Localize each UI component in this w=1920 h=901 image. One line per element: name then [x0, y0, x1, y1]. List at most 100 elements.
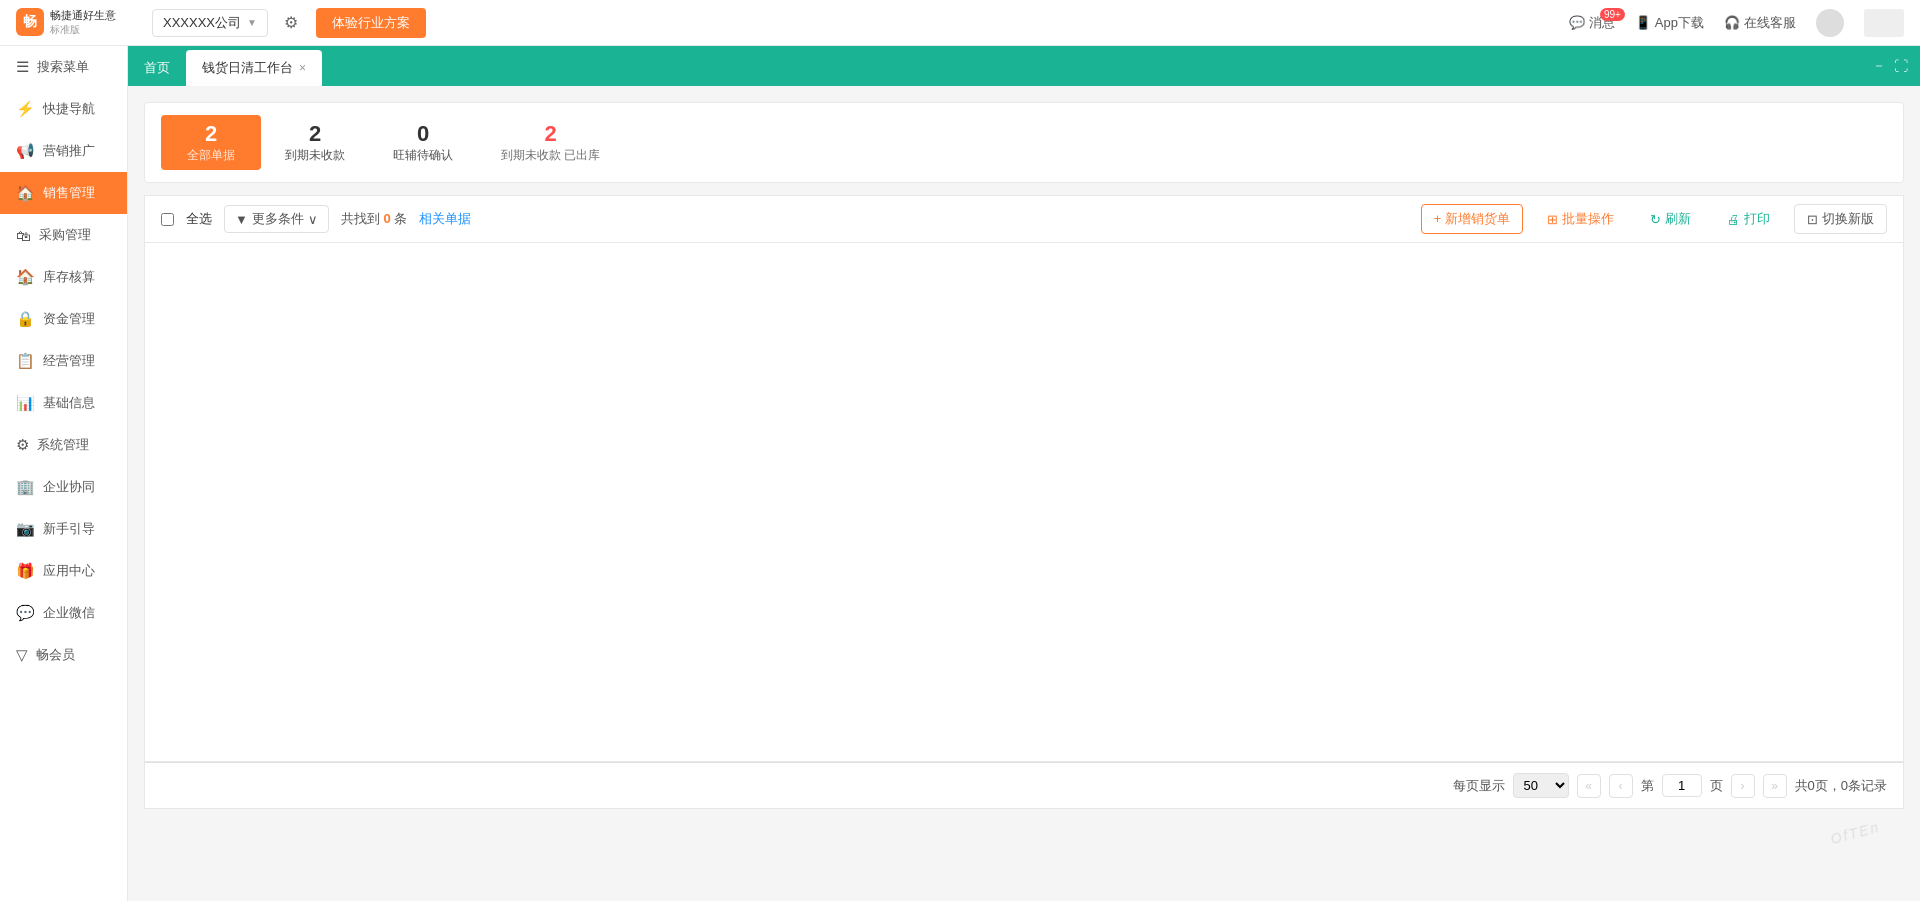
- sidebar-item-label: 资金管理: [43, 310, 95, 328]
- search-menu-icon: ☰: [16, 58, 29, 76]
- add-sales-btn[interactable]: + 新增销货单: [1421, 204, 1523, 234]
- switch-version-btn[interactable]: ⊡ 切换新版: [1794, 204, 1887, 234]
- tab-maximize-icon[interactable]: ⛶: [1894, 58, 1908, 74]
- sidebar-item-label: 基础信息: [43, 394, 95, 412]
- beginner-icon: 📷: [16, 520, 35, 538]
- select-all-checkbox[interactable]: [161, 213, 174, 226]
- pagination: 每页显示 50 100 200 « ‹ 第 页 › » 共0页，0条记录: [144, 762, 1904, 809]
- print-icon: 🖨: [1727, 212, 1740, 227]
- filter-arrow-icon: ∨: [308, 212, 318, 227]
- page-input[interactable]: [1662, 774, 1702, 797]
- related-link[interactable]: 相关单据: [419, 210, 471, 228]
- refresh-label: 刷新: [1665, 210, 1691, 228]
- settings-button[interactable]: ⚙: [276, 8, 306, 38]
- card-tab-all-label: 全部单据: [187, 147, 235, 164]
- app-download-label: App下载: [1655, 14, 1704, 32]
- sidebar-item-appcenter[interactable]: 🎁 应用中心: [0, 550, 127, 592]
- tab-home[interactable]: 首页: [128, 50, 186, 86]
- last-page-btn[interactable]: »: [1763, 774, 1787, 798]
- print-btn[interactable]: 🖨 打印: [1715, 205, 1782, 233]
- app-center-icon: 🎁: [16, 562, 35, 580]
- card-tab-all[interactable]: 2 全部单据: [161, 115, 261, 170]
- filter-btn[interactable]: ▼ 更多条件 ∨: [224, 205, 329, 233]
- sales-icon: 🏠: [16, 184, 35, 202]
- online-service-label: 在线客服: [1744, 14, 1796, 32]
- sidebar-item-beginner[interactable]: 📷 新手引导: [0, 508, 127, 550]
- marketing-icon: 📢: [16, 142, 35, 160]
- sidebar-item-label: 采购管理: [39, 226, 91, 244]
- card-tab-overdue-shipped-label: 到期未收款 已出库: [501, 147, 600, 164]
- card-tab-overdue-shipped[interactable]: 2 到期未收款 已出库: [477, 115, 624, 170]
- sidebar-item-operations[interactable]: 📋 经营管理: [0, 340, 127, 382]
- sidebar-item-wechat[interactable]: 💬 企业微信: [0, 592, 127, 634]
- refresh-btn[interactable]: ↻ 刷新: [1638, 205, 1703, 233]
- sidebar-item-label: 企业微信: [43, 604, 95, 622]
- online-service-btn[interactable]: 🎧 在线客服: [1724, 14, 1796, 32]
- sidebar-item-sales[interactable]: 🏠 销售管理: [0, 172, 127, 214]
- enterprise-icon: 🏢: [16, 478, 35, 496]
- sidebar-item-vip[interactable]: ▽ 畅会员: [0, 634, 127, 676]
- switch-label: 切换新版: [1822, 210, 1874, 228]
- sidebar-item-system[interactable]: ⚙ 系统管理: [0, 424, 127, 466]
- sidebar-item-purchase[interactable]: 🛍 采购管理: [0, 214, 127, 256]
- result-prefix: 共找到: [341, 211, 380, 226]
- nav-tabs: 首页 钱货日清工作台 × － ⛶: [128, 46, 1920, 86]
- wechat-icon: 💬: [16, 604, 35, 622]
- sidebar-item-marketing[interactable]: 📢 营销推广: [0, 130, 127, 172]
- total-info: 共0页，0条记录: [1795, 777, 1887, 795]
- filter-icon: ▼: [235, 212, 248, 227]
- sidebar-item-enterprise[interactable]: 🏢 企业协同: [0, 466, 127, 508]
- logo-area: 畅 畅捷通好生意 标准版: [16, 8, 144, 36]
- message-btn[interactable]: 💬 消息 99+: [1569, 14, 1615, 32]
- print-label: 打印: [1744, 210, 1770, 228]
- vip-icon: ▽: [16, 646, 28, 664]
- header-right: 💬 消息 99+ 📱 App下载 🎧 在线客服: [1569, 9, 1904, 37]
- card-tab-wangwang-count: 0: [417, 121, 429, 147]
- card-tab-wangwang[interactable]: 0 旺辅待确认: [369, 115, 477, 170]
- sidebar-item-search[interactable]: ☰ 搜索菜单: [0, 46, 127, 88]
- tab-workstation-label: 钱货日清工作台: [202, 59, 293, 77]
- sidebar-item-inventory[interactable]: 🏠 库存核算: [0, 256, 127, 298]
- result-suffix: 条: [394, 211, 407, 226]
- message-badge: 99+: [1600, 8, 1625, 21]
- sidebar-item-quicknav[interactable]: ⚡ 快捷导航: [0, 88, 127, 130]
- batch-btn[interactable]: ⊞ 批量操作: [1535, 205, 1626, 233]
- sidebar-item-label: 企业协同: [43, 478, 95, 496]
- experience-btn[interactable]: 体验行业方案: [316, 8, 426, 38]
- quick-nav-icon: ⚡: [16, 100, 35, 118]
- next-page-btn[interactable]: ›: [1731, 774, 1755, 798]
- tab-minimize-icon[interactable]: －: [1872, 57, 1886, 75]
- system-icon: ⚙: [16, 436, 29, 454]
- basic-info-icon: 📊: [16, 394, 35, 412]
- toolbar-left: 全选 ▼ 更多条件 ∨ 共找到 0 条 相关单据: [161, 205, 471, 233]
- tab-close-icon[interactable]: ×: [299, 61, 306, 75]
- per-page-select[interactable]: 50 100 200: [1513, 773, 1569, 798]
- batch-label: 批量操作: [1562, 210, 1614, 228]
- sidebar-item-basicinfo[interactable]: 📊 基础信息: [0, 382, 127, 424]
- card-tab-wangwang-label: 旺辅待确认: [393, 147, 453, 164]
- company-selector[interactable]: XXXXXX公司 ▼: [152, 9, 268, 37]
- sidebar: ☰ 搜索菜单 ⚡ 快捷导航 📢 营销推广 🏠 销售管理 🛍 采购管理 🏠 库存核…: [0, 46, 128, 901]
- sidebar-item-label: 应用中心: [43, 562, 95, 580]
- main-content: 2 全部单据 2 到期未收款 0 旺辅待确认 2 到期未收款 已出库 全选 ▼ …: [128, 86, 1920, 901]
- app-download-btn[interactable]: 📱 App下载: [1635, 14, 1704, 32]
- tab-workstation[interactable]: 钱货日清工作台 ×: [186, 50, 322, 86]
- user-name[interactable]: [1864, 9, 1904, 37]
- result-count: 0: [384, 211, 391, 226]
- finance-icon: 🔒: [16, 310, 35, 328]
- prev-page-btn[interactable]: ‹: [1609, 774, 1633, 798]
- batch-icon: ⊞: [1547, 212, 1558, 227]
- sidebar-item-label: 搜索菜单: [37, 58, 89, 76]
- page-label: 第: [1641, 777, 1654, 795]
- inventory-icon: 🏠: [16, 268, 35, 286]
- first-page-btn[interactable]: «: [1577, 774, 1601, 798]
- page-suffix: 页: [1710, 777, 1723, 795]
- operations-icon: 📋: [16, 352, 35, 370]
- sidebar-item-finance[interactable]: 🔒 资金管理: [0, 298, 127, 340]
- card-tab-overdue[interactable]: 2 到期未收款: [261, 115, 369, 170]
- avatar[interactable]: [1816, 9, 1844, 37]
- toolbar-right: + 新增销货单 ⊞ 批量操作 ↻ 刷新 🖨 打印 ⊡ 切换新版: [1421, 204, 1887, 234]
- filter-label: 更多条件: [252, 210, 304, 228]
- company-name: XXXXXX公司: [163, 14, 241, 32]
- company-dropdown-arrow: ▼: [247, 17, 257, 28]
